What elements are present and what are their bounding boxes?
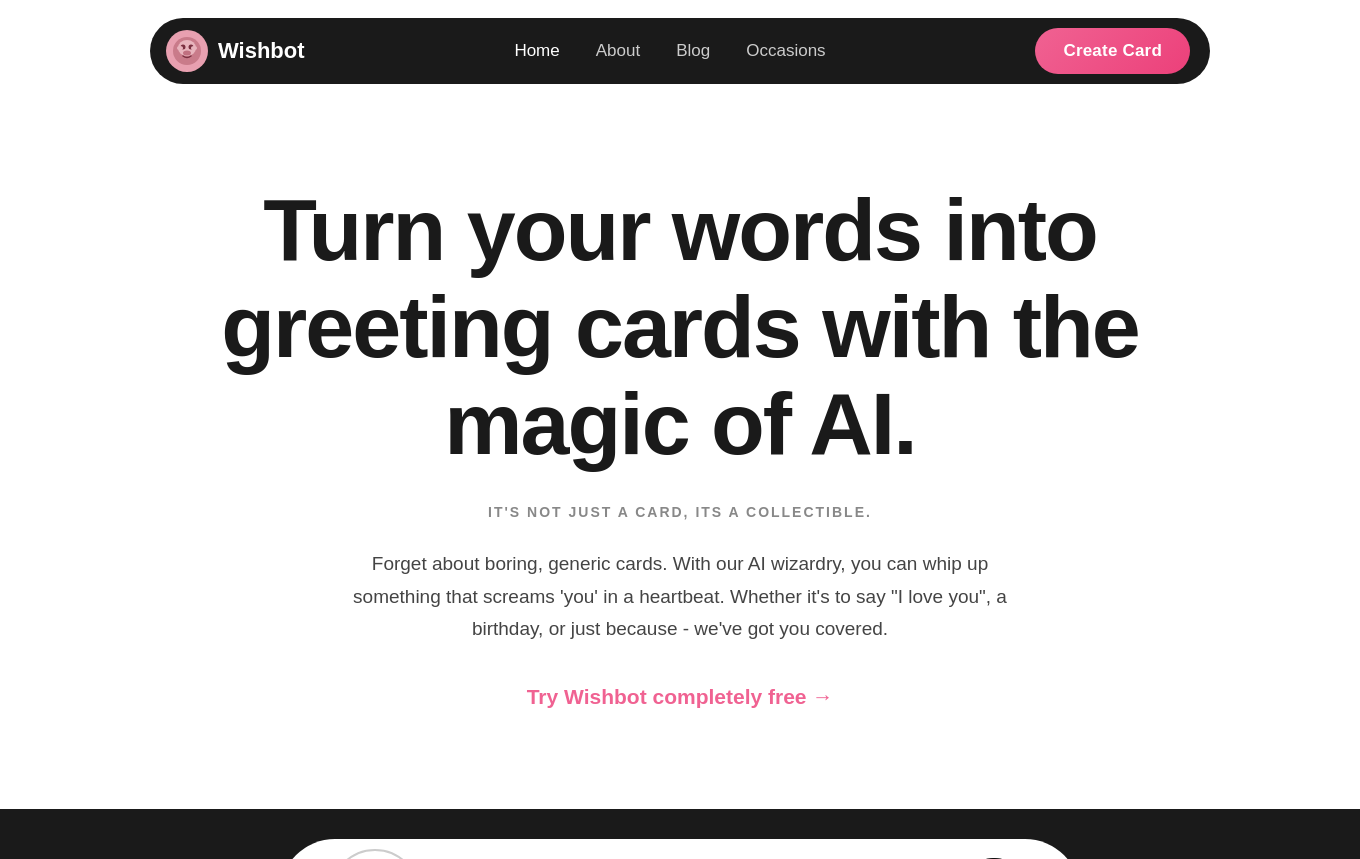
logo-icon	[166, 30, 208, 72]
logos-strip: AS SEEN 📻 ON FOX NEWS	[280, 839, 1080, 859]
nav-link-blog[interactable]: Blog	[676, 41, 710, 61]
hero-subtitle: IT'S NOT JUST A CARD, ITS A COLLECTIBLE.	[150, 504, 1210, 520]
hero-cta-link[interactable]: Try Wishbot completely free →	[527, 685, 834, 708]
nav-link-about[interactable]: About	[596, 41, 640, 61]
hero-description: Forget about boring, generic cards. With…	[330, 548, 1030, 645]
nav-links: Home About Blog Occasions	[514, 41, 825, 61]
create-card-button[interactable]: Create Card	[1035, 28, 1190, 74]
hero-section: Turn your words into greeting cards with…	[130, 102, 1230, 769]
as-seen-badge: AS SEEN 📻 ON	[330, 849, 420, 859]
svg-point-5	[177, 46, 183, 50]
nav-link-occasions[interactable]: Occasions	[746, 41, 825, 61]
nav-link-home[interactable]: Home	[514, 41, 559, 61]
hero-title: Turn your words into greeting cards with…	[150, 182, 1210, 472]
as-seen-on-section: AS SEEN 📻 ON FOX NEWS	[0, 809, 1360, 859]
svg-point-4	[183, 51, 191, 56]
logo[interactable]: Wishbot	[166, 30, 305, 72]
logo-text: Wishbot	[218, 38, 305, 64]
navbar: Wishbot Home About Blog Occasions Create…	[150, 18, 1210, 84]
svg-point-6	[191, 46, 197, 50]
